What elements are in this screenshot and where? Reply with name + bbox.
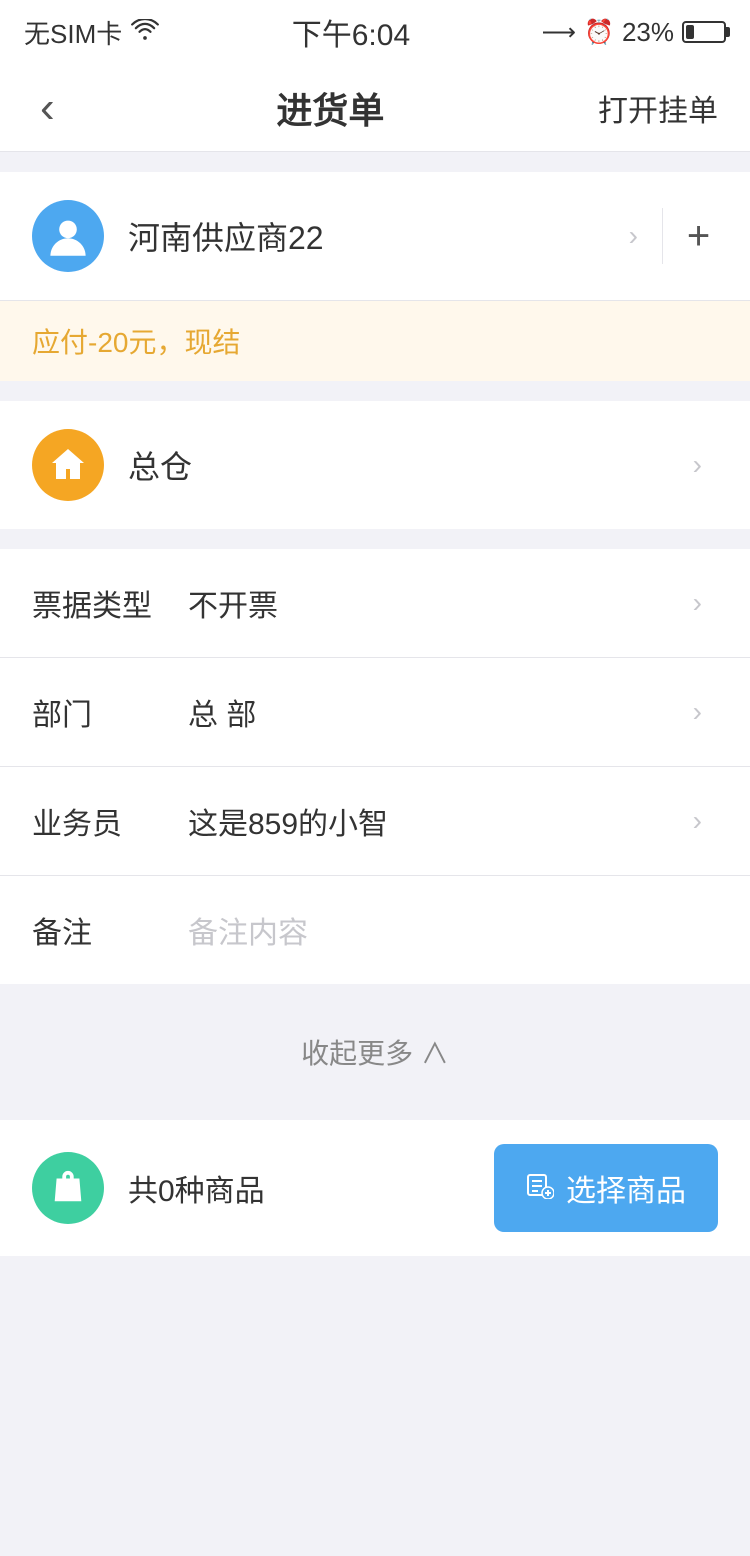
remark-input[interactable]: 备注内容 <box>172 908 718 952</box>
status-time: 下午6:04 <box>292 10 410 54</box>
battery-icon <box>682 21 726 43</box>
salesperson-row[interactable]: 业务员 这是859的小智 › <box>0 767 750 876</box>
salesperson-label: 业务员 <box>32 799 172 843</box>
product-count-label: 共0种商品 <box>128 1166 494 1210</box>
remark-row[interactable]: 备注 备注内容 <box>0 876 750 984</box>
location-icon: ⟶ <box>542 18 576 47</box>
salesperson-chevron: › <box>693 805 702 837</box>
product-icon <box>32 1152 104 1224</box>
warehouse-row[interactable]: 总仓 › <box>0 401 750 529</box>
notice-text: 应付-20元，现结 <box>32 327 240 358</box>
wifi-icon <box>130 17 160 48</box>
status-left: 无SIM卡 <box>24 14 160 51</box>
back-button[interactable]: ‹ <box>32 75 63 141</box>
invoice-type-row[interactable]: 票据类型 不开票 › <box>0 549 750 658</box>
supplier-row[interactable]: 河南供应商22 › + <box>0 172 750 301</box>
page-title: 进货单 <box>276 82 384 134</box>
department-value: 总 部 <box>172 690 693 734</box>
salesperson-value: 这是859的小智 <box>172 799 693 843</box>
warehouse-section: 总仓 › <box>0 401 750 529</box>
select-product-label: 选择商品 <box>566 1166 686 1210</box>
collapse-row[interactable]: 收起更多 ∧ <box>0 1004 750 1100</box>
remark-label: 备注 <box>32 908 172 952</box>
warehouse-name: 总仓 <box>128 442 693 488</box>
supplier-name: 河南供应商22 <box>128 213 629 259</box>
warehouse-icon <box>32 429 104 501</box>
select-product-icon <box>526 1171 554 1206</box>
battery-percent: 23% <box>622 17 674 48</box>
notice-banner: 应付-20元，现结 <box>0 301 750 381</box>
supplier-chevron-icon: › <box>629 220 638 252</box>
gray-area <box>0 1256 750 1556</box>
select-product-button[interactable]: 选择商品 <box>494 1144 718 1232</box>
gap-1 <box>0 152 750 172</box>
department-label: 部门 <box>32 690 172 734</box>
status-bar: 无SIM卡 下午6:04 ⟶ ⏰ 23% <box>0 0 750 64</box>
nav-bar: ‹ 进货单 打开挂单 <box>0 64 750 152</box>
collapse-label: 收起更多 ∧ <box>301 1032 449 1072</box>
warehouse-chevron-icon: › <box>693 449 702 481</box>
invoice-type-chevron: › <box>693 587 702 619</box>
invoice-type-value: 不开票 <box>172 581 693 625</box>
add-supplier-button[interactable]: + <box>662 208 718 264</box>
department-row[interactable]: 部门 总 部 › <box>0 658 750 767</box>
carrier-text: 无SIM卡 <box>24 14 122 51</box>
alarm-icon: ⏰ <box>584 18 614 47</box>
open-pending-button[interactable]: 打开挂单 <box>598 86 718 130</box>
form-section: 票据类型 不开票 › 部门 总 部 › 业务员 这是859的小智 › 备注 备注… <box>0 549 750 984</box>
status-right: ⟶ ⏰ 23% <box>542 17 726 48</box>
department-chevron: › <box>693 696 702 728</box>
supplier-section: 河南供应商22 › + 应付-20元，现结 <box>0 172 750 381</box>
invoice-type-label: 票据类型 <box>32 581 172 625</box>
supplier-avatar <box>32 200 104 272</box>
product-bar: 共0种商品 选择商品 <box>0 1120 750 1256</box>
gap-2 <box>0 381 750 401</box>
